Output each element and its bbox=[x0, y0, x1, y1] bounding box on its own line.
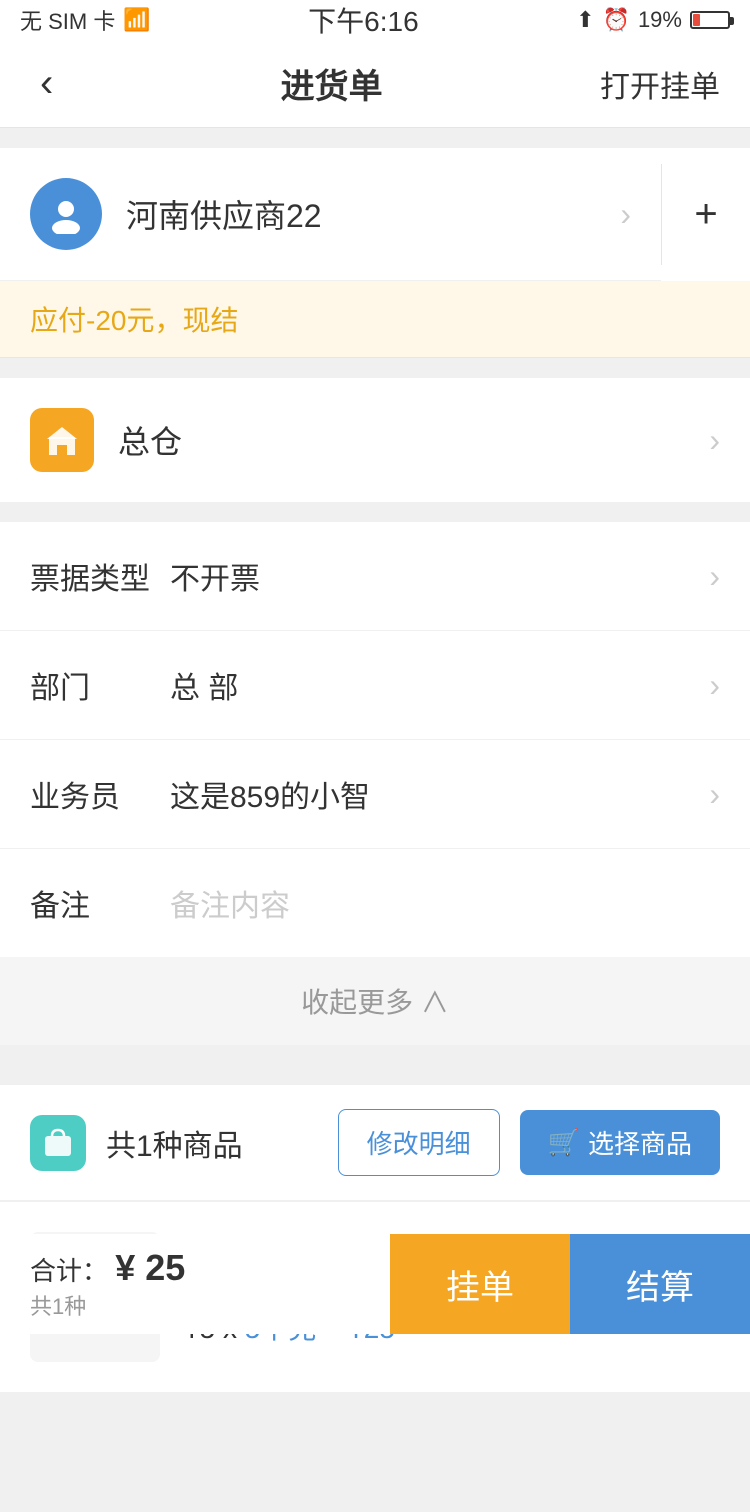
collapse-bar[interactable]: 收起更多 ∧ bbox=[0, 957, 750, 1045]
supplier-name: 河南供应商22 bbox=[126, 191, 620, 237]
form-section: 票据类型 不开票 › 部门 总 部 › 业务员 这是859的小智 › 备注 备注… bbox=[0, 522, 750, 957]
chevron-right-icon: › bbox=[620, 196, 631, 233]
notice-text: 应付-20元，现结 bbox=[30, 305, 238, 336]
carrier-text: 无 SIM 卡 bbox=[20, 4, 115, 36]
battery-icon bbox=[690, 11, 730, 29]
salesperson-value: 这是859的小智 bbox=[170, 772, 709, 816]
supplier-section: 河南供应商22 › + bbox=[0, 148, 750, 281]
page-title: 进货单 bbox=[281, 59, 383, 108]
department-value: 总 部 bbox=[170, 663, 709, 707]
remark-input[interactable]: 备注内容 bbox=[170, 881, 720, 925]
warehouse-section[interactable]: 总仓 › bbox=[0, 378, 750, 502]
suspend-button[interactable]: 挂单 bbox=[390, 1234, 570, 1334]
remark-row[interactable]: 备注 备注内容 bbox=[0, 849, 750, 957]
invoice-type-row[interactable]: 票据类型 不开票 › bbox=[0, 522, 750, 631]
invoice-type-chevron: › bbox=[709, 558, 720, 595]
invoice-type-label: 票据类型 bbox=[30, 554, 170, 598]
edit-detail-button[interactable]: 修改明细 bbox=[338, 1109, 500, 1176]
products-header: 共1种商品 修改明细 🛒 选择商品 bbox=[0, 1085, 750, 1200]
select-icon: 🛒 bbox=[548, 1127, 580, 1158]
total-value: ¥ 25 bbox=[115, 1247, 185, 1288]
salesperson-chevron: › bbox=[709, 776, 720, 813]
department-label: 部门 bbox=[30, 663, 170, 707]
select-label: 选择商品 bbox=[588, 1124, 692, 1161]
invoice-type-value: 不开票 bbox=[170, 554, 709, 598]
select-product-button[interactable]: 🛒 选择商品 bbox=[520, 1110, 720, 1175]
alarm-icon: ⏰ bbox=[603, 7, 630, 33]
nav-bar: ‹ 进货单 打开挂单 bbox=[0, 40, 750, 128]
total-label-text: 合计： bbox=[30, 1256, 108, 1286]
gap-2 bbox=[0, 1045, 750, 1065]
notice-bar: 应付-20元，现结 bbox=[0, 281, 750, 358]
collapse-label: 收起更多 ∧ bbox=[301, 981, 449, 1021]
department-chevron: › bbox=[709, 667, 720, 704]
location-icon: ⬆ bbox=[576, 7, 594, 33]
wifi-icon: 📶 bbox=[123, 7, 150, 33]
salesperson-row[interactable]: 业务员 这是859的小智 › bbox=[0, 740, 750, 849]
warehouse-chevron-icon: › bbox=[709, 422, 720, 459]
add-supplier-button[interactable]: + bbox=[662, 148, 750, 281]
status-right: ⬆ ⏰ 19% bbox=[576, 7, 730, 33]
remark-label: 备注 bbox=[30, 881, 170, 925]
products-count: 共1种商品 bbox=[106, 1121, 318, 1165]
back-button[interactable]: ‹ bbox=[30, 51, 63, 116]
status-time: 下午6:16 bbox=[308, 0, 419, 40]
status-bar: 无 SIM 卡 📶 下午6:16 ⬆ ⏰ 19% bbox=[0, 0, 750, 40]
products-icon bbox=[30, 1115, 86, 1171]
footer-bar: 合计： ¥ 25 共1种 挂单 结算 bbox=[0, 1234, 750, 1334]
footer-total-label: 合计： ¥ 25 bbox=[30, 1247, 360, 1289]
settle-button[interactable]: 结算 bbox=[570, 1234, 750, 1334]
footer-summary: 合计： ¥ 25 共1种 bbox=[0, 1234, 390, 1334]
warehouse-icon bbox=[30, 408, 94, 472]
supplier-avatar bbox=[30, 178, 102, 250]
warehouse-name: 总仓 bbox=[118, 417, 709, 463]
status-carrier: 无 SIM 卡 📶 bbox=[20, 4, 151, 36]
gap-1 bbox=[0, 128, 750, 148]
open-pending-button[interactable]: 打开挂单 bbox=[600, 62, 720, 106]
department-row[interactable]: 部门 总 部 › bbox=[0, 631, 750, 740]
salesperson-label: 业务员 bbox=[30, 772, 170, 816]
footer-spacer bbox=[0, 1392, 750, 1512]
supplier-selector[interactable]: 河南供应商22 › bbox=[0, 148, 661, 281]
battery-percent: 19% bbox=[638, 7, 682, 33]
footer-count: 共1种 bbox=[30, 1289, 360, 1321]
